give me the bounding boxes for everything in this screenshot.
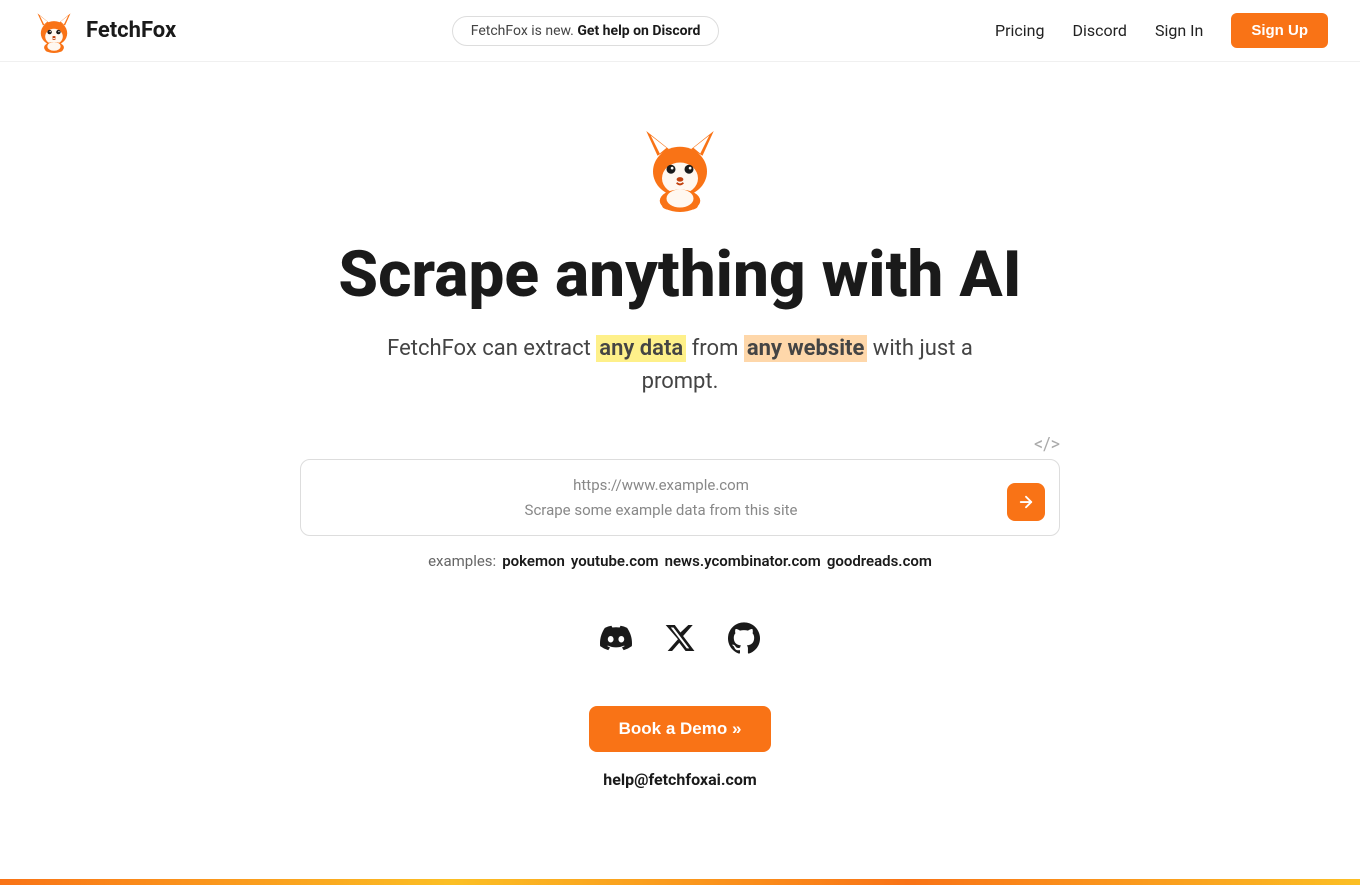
prompt-input[interactable]: Scrape some example data from this site <box>525 501 798 519</box>
example-ycombinator[interactable]: news.ycombinator.com <box>665 552 821 570</box>
pricing-link[interactable]: Pricing <box>995 21 1045 40</box>
nav-brand-area: FetchFox <box>32 9 176 53</box>
hero-logo-icon <box>635 122 725 212</box>
nav-center-badge: FetchFox is new. Get help on Discord <box>452 16 720 46</box>
discord-social-icon[interactable] <box>598 620 634 656</box>
new-badge: FetchFox is new. Get help on Discord <box>452 16 720 46</box>
badge-link[interactable]: Get help on Discord <box>577 23 700 39</box>
code-icon[interactable]: </> <box>1034 434 1060 455</box>
submit-button[interactable] <box>1007 483 1045 521</box>
social-icons-row <box>598 620 762 656</box>
highlight-any-data: any data <box>596 335 686 362</box>
contact-email: help@fetchfoxai.com <box>603 770 756 789</box>
nav-right-links: Pricing Discord Sign In Sign Up <box>995 13 1328 48</box>
discord-link[interactable]: Discord <box>1073 21 1127 40</box>
scrape-input-box: https://www.example.com Scrape some exam… <box>300 459 1060 536</box>
fetchfox-logo-icon <box>32 9 76 53</box>
book-demo-button[interactable]: Book a Demo » <box>589 706 772 752</box>
example-pokemon[interactable]: pokemon <box>502 552 565 570</box>
example-youtube[interactable]: youtube.com <box>571 552 659 570</box>
url-input[interactable]: https://www.example.com <box>319 476 1003 494</box>
highlight-any-website: any website <box>744 335 868 362</box>
signin-link[interactable]: Sign In <box>1155 21 1203 40</box>
example-goodreads[interactable]: goodreads.com <box>827 552 932 570</box>
subtitle-between: from <box>686 336 744 361</box>
hero-title: Scrape anything with AI <box>338 240 1021 310</box>
hero-section: Scrape anything with AI FetchFox can ext… <box>0 62 1360 859</box>
bottom-bar <box>0 879 1360 885</box>
github-social-icon[interactable] <box>726 620 762 656</box>
code-icon-row: </> <box>300 434 1060 455</box>
brand-name: FetchFox <box>86 18 176 43</box>
examples-label: examples: <box>428 552 496 570</box>
navbar: FetchFox FetchFox is new. Get help on Di… <box>0 0 1360 62</box>
badge-prefix: FetchFox is new. <box>471 23 574 39</box>
arrow-right-icon <box>1017 493 1035 511</box>
subtitle-before: FetchFox can extract <box>387 336 596 361</box>
hero-subtitle: FetchFox can extract any data from any w… <box>370 332 990 398</box>
signup-button[interactable]: Sign Up <box>1231 13 1328 48</box>
x-twitter-social-icon[interactable] <box>662 620 698 656</box>
examples-row: examples: pokemon youtube.com news.ycomb… <box>428 552 932 570</box>
